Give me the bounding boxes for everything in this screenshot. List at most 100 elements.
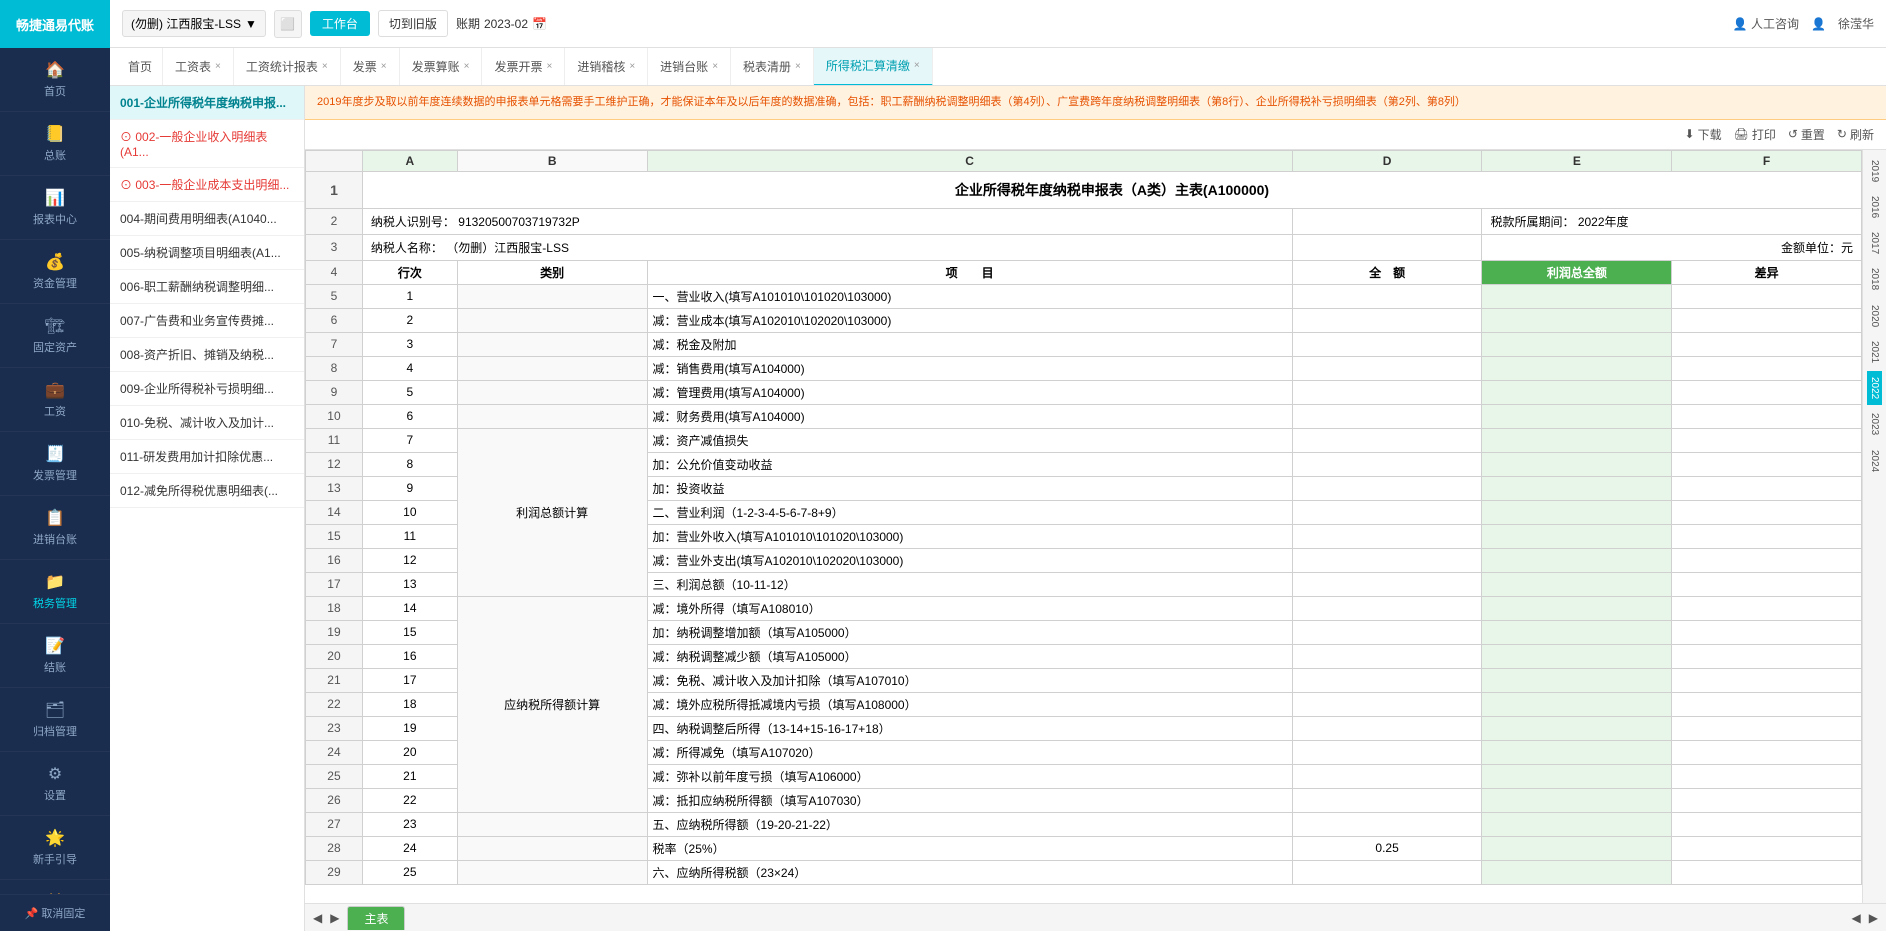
sidebar-item-tax[interactable]: 📁 税务管理 bbox=[0, 560, 110, 624]
row-num-1: 1 bbox=[306, 171, 363, 208]
profit-19 bbox=[1482, 716, 1672, 740]
unpin-button[interactable]: 📌 取消固定 bbox=[0, 894, 110, 931]
sidebar-item-home[interactable]: 🏠 首页 bbox=[0, 48, 110, 112]
prev-sheet-button[interactable]: ◀ bbox=[313, 911, 322, 925]
left-item-004[interactable]: 004-期间费用明细表(A1040... bbox=[110, 202, 304, 236]
left-item-007[interactable]: 007-广告费和业务宣传费摊... bbox=[110, 304, 304, 338]
col-e-header: E bbox=[1482, 150, 1672, 171]
main-sheet-tab[interactable]: 主表 bbox=[347, 906, 405, 930]
left-item-011[interactable]: 011-研发费用加计扣除优惠... bbox=[110, 440, 304, 474]
close-tab-purchase-ledger[interactable]: × bbox=[712, 61, 718, 72]
left-item-002[interactable]: ⊙ 002-一般企业收入明细表(A1... bbox=[110, 120, 304, 168]
close-tab-invoice[interactable]: × bbox=[381, 61, 387, 72]
diff-9 bbox=[1672, 476, 1862, 500]
year-2019[interactable]: 2019 bbox=[1867, 154, 1882, 188]
row-num-12: 12 bbox=[306, 452, 363, 476]
sidebar-item-purchase-sales[interactable]: 📋 进销台账 bbox=[0, 496, 110, 560]
switch-old-button[interactable]: 切到旧版 bbox=[378, 10, 448, 37]
refresh-button[interactable]: ↻ 刷新 bbox=[1837, 126, 1874, 143]
sidebar-item-assets[interactable]: 🏗 固定资产 bbox=[0, 304, 110, 368]
tab-home[interactable]: 首页 bbox=[118, 48, 163, 86]
sidebar-item-archive[interactable]: 🗂 归档管理 bbox=[0, 688, 110, 752]
item-22: 减：抵扣应纳税所得额（填写A107030） bbox=[647, 788, 1292, 812]
line-15: 15 bbox=[362, 620, 457, 644]
cat-23 bbox=[457, 812, 647, 836]
year-2020[interactable]: 2020 bbox=[1867, 299, 1882, 333]
diff-19 bbox=[1672, 716, 1862, 740]
year-2021[interactable]: 2021 bbox=[1867, 335, 1882, 369]
table-row: 11 7 利润总额计算 减：资产减值损失 bbox=[306, 428, 1862, 452]
close-tab-purchase-audit[interactable]: × bbox=[629, 61, 635, 72]
year-2023[interactable]: 2023 bbox=[1867, 407, 1882, 441]
cat-5 bbox=[457, 380, 647, 404]
close-tab-invoice-open[interactable]: × bbox=[546, 61, 552, 72]
item-16: 减：纳税调整减少额（填写A105000） bbox=[647, 644, 1292, 668]
human-service-button[interactable]: 👤 人工咨询 bbox=[1733, 15, 1799, 32]
amount-14 bbox=[1292, 596, 1482, 620]
scroll-right-icon[interactable]: ▶ bbox=[1869, 911, 1878, 925]
spreadsheet: A B C D E F 1 企业所得税年度纳税申报表（A类）主表(A100000… bbox=[305, 150, 1862, 885]
tab-purchase-ledger[interactable]: 进销台账 × bbox=[648, 48, 731, 86]
tab-tax-settlement[interactable]: 所得税汇算清缴 × bbox=[814, 48, 933, 86]
diff-1 bbox=[1672, 284, 1862, 308]
line-24: 24 bbox=[362, 836, 457, 860]
cat-2 bbox=[457, 308, 647, 332]
close-tab-salary[interactable]: × bbox=[215, 61, 221, 72]
left-item-010[interactable]: 010-免税、减计收入及加计... bbox=[110, 406, 304, 440]
year-2016[interactable]: 2016 bbox=[1867, 190, 1882, 224]
cat-lirunzong: 利润总额计算 bbox=[457, 428, 647, 596]
left-item-005[interactable]: 005-纳税调整项目明细表(A1... bbox=[110, 236, 304, 270]
close-tab-tax-settlement[interactable]: × bbox=[914, 60, 920, 71]
sidebar-item-invoice[interactable]: 🧾 发票管理 bbox=[0, 432, 110, 496]
content-area: 001-企业所得税年度纳税申报... ⊙ 002-一般企业收入明细表(A1...… bbox=[110, 86, 1886, 931]
sidebar-item-guide[interactable]: 🌟 新手引导 bbox=[0, 816, 110, 880]
left-item-009[interactable]: 009-企业所得税补亏损明细... bbox=[110, 372, 304, 406]
year-2018[interactable]: 2018 bbox=[1867, 262, 1882, 296]
profit-9 bbox=[1482, 476, 1672, 500]
tab-salary[interactable]: 工资表 × bbox=[163, 48, 234, 86]
diff-23 bbox=[1672, 812, 1862, 836]
left-item-001[interactable]: 001-企业所得税年度纳税申报... bbox=[110, 86, 304, 120]
profit-16 bbox=[1482, 644, 1672, 668]
row-num-16: 16 bbox=[306, 548, 363, 572]
download-button[interactable]: ⬇ 下载 bbox=[1685, 126, 1722, 143]
profit-14 bbox=[1482, 596, 1672, 620]
left-item-008[interactable]: 008-资产折旧、摊销及纳税... bbox=[110, 338, 304, 372]
tab-purchase-audit[interactable]: 进销稽核 × bbox=[565, 48, 648, 86]
tab-invoice-calc[interactable]: 发票算账 × bbox=[400, 48, 483, 86]
year-2017[interactable]: 2017 bbox=[1867, 226, 1882, 260]
tab-tax-table[interactable]: 税表清册 × bbox=[731, 48, 814, 86]
row-num-header bbox=[306, 150, 363, 171]
sidebar-item-settings[interactable]: ⚙ 设置 bbox=[0, 752, 110, 816]
reset-button[interactable]: ↺ 重置 bbox=[1788, 126, 1825, 143]
close-tab-salary-stats[interactable]: × bbox=[322, 61, 328, 72]
sidebar-item-member[interactable]: 👑 畅会员 bbox=[0, 880, 110, 894]
table-row: 9 5 减：管理费用(填写A104000) bbox=[306, 380, 1862, 404]
year-2024[interactable]: 2024 bbox=[1867, 444, 1882, 478]
copy-icon-button[interactable]: ⬜ bbox=[274, 10, 302, 38]
year-2022[interactable]: 2022 bbox=[1867, 371, 1882, 405]
item-11: 加：营业外收入(填写A101010\101020\103000) bbox=[647, 524, 1292, 548]
close-tab-tax-table[interactable]: × bbox=[795, 61, 801, 72]
tab-invoice[interactable]: 发票 × bbox=[341, 48, 400, 86]
print-button[interactable]: 🖨 打印 bbox=[1734, 126, 1776, 143]
diff-18 bbox=[1672, 692, 1862, 716]
sidebar-item-reports[interactable]: 📊 报表中心 bbox=[0, 176, 110, 240]
sidebar-item-salary[interactable]: 💼 工资 bbox=[0, 368, 110, 432]
main-area: (勿删) 江西服宝-LSS ▼ ⬜ 工作台 切到旧版 账期 2023-02 📅 … bbox=[110, 0, 1886, 931]
sidebar-item-funds[interactable]: 💰 资金管理 bbox=[0, 240, 110, 304]
left-item-003[interactable]: ⊙ 003-一般企业成本支出明细... bbox=[110, 168, 304, 202]
left-item-012[interactable]: 012-减免所得税优惠明细表(... bbox=[110, 474, 304, 508]
sidebar-item-ledger[interactable]: 📒 总账 bbox=[0, 112, 110, 176]
company-selector[interactable]: (勿删) 江西服宝-LSS ▼ bbox=[122, 10, 266, 37]
close-tab-invoice-calc[interactable]: × bbox=[464, 61, 470, 72]
row-num-21: 21 bbox=[306, 668, 363, 692]
tax-period-cell: 税款所属期间： 2022年度 bbox=[1482, 208, 1862, 234]
workbench-button[interactable]: 工作台 bbox=[310, 11, 370, 36]
scroll-left-icon[interactable]: ◀ bbox=[1852, 911, 1861, 925]
tab-invoice-open[interactable]: 发票开票 × bbox=[482, 48, 565, 86]
sidebar-item-close[interactable]: 📝 结账 bbox=[0, 624, 110, 688]
next-sheet-button[interactable]: ▶ bbox=[330, 911, 339, 925]
tab-salary-stats[interactable]: 工资统计报表 × bbox=[234, 48, 341, 86]
left-item-006[interactable]: 006-职工薪酬纳税调整明细... bbox=[110, 270, 304, 304]
